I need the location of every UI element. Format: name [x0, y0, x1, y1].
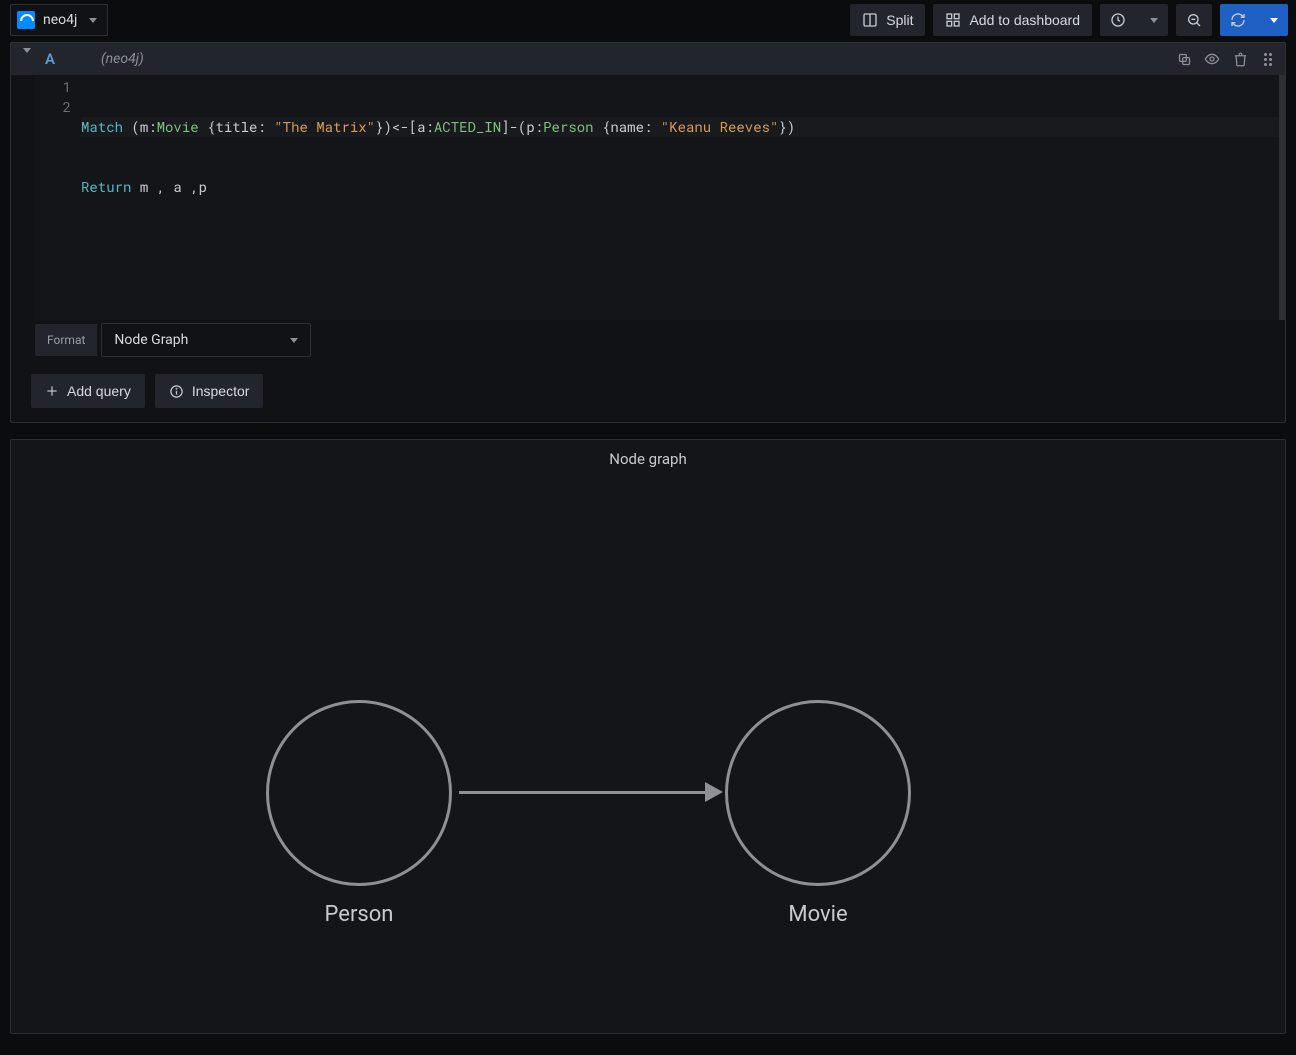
editor-gutter: 1 2 — [35, 75, 81, 320]
datasource-picker[interactable]: neo4j — [10, 4, 108, 36]
inspector-button[interactable]: Inspector — [155, 374, 264, 408]
query-header: A (neo4j) — [11, 43, 1285, 75]
add-to-dashboard-label: Add to dashboard — [969, 12, 1080, 28]
node-graph-canvas[interactable]: Person Movie — [11, 440, 1285, 1033]
chevron-down-icon — [290, 338, 298, 343]
editor-code[interactable]: Match (m:Movie {title: "The Matrix"})<-[… — [81, 75, 1279, 320]
inspector-label: Inspector — [192, 383, 250, 399]
plus-icon — [45, 384, 59, 398]
info-icon — [169, 384, 184, 399]
graph-node-person[interactable] — [266, 700, 452, 886]
chevron-down-icon — [23, 48, 31, 66]
result-panel: Node graph Person Movie — [10, 439, 1286, 1034]
graph-node-label-movie: Movie — [788, 902, 847, 927]
time-range-group — [1100, 4, 1168, 36]
query-datasource-hint: (neo4j) — [101, 51, 144, 67]
clock-icon — [1110, 12, 1126, 28]
chevron-down-icon — [1270, 18, 1278, 23]
refresh-icon — [1230, 12, 1246, 28]
graph-node-movie[interactable] — [725, 700, 911, 886]
query-header-right — [1175, 50, 1277, 68]
run-query-group — [1220, 4, 1288, 36]
add-to-dashboard-button[interactable]: Add to dashboard — [933, 4, 1092, 36]
delete-query-button[interactable] — [1231, 50, 1249, 68]
format-value: Node Graph — [114, 332, 188, 348]
graph-node-label-person: Person — [325, 902, 394, 927]
split-icon — [862, 12, 878, 28]
query-header-left: A (neo4j) — [19, 50, 1163, 68]
query-panel: A (neo4j) — [10, 42, 1286, 423]
run-query-options-button[interactable] — [1256, 4, 1288, 36]
format-label: Format — [35, 324, 97, 356]
grip-icon — [1264, 53, 1272, 66]
query-ref-id: A — [45, 50, 55, 68]
line-number: 1 — [45, 77, 71, 97]
drag-handle[interactable] — [1259, 50, 1277, 68]
code-line: Match (m:Movie {title: "The Matrix"})<-[… — [81, 117, 1279, 137]
query-actions: Add query Inspector — [11, 360, 1285, 422]
toggle-visibility-button[interactable] — [1203, 50, 1221, 68]
split-button[interactable]: Split — [850, 4, 925, 36]
add-query-label: Add query — [67, 383, 131, 399]
line-number: 2 — [45, 97, 71, 117]
chevron-down-icon — [1150, 18, 1158, 23]
arrow-right-icon — [705, 782, 723, 802]
zoom-out-button[interactable] — [1176, 4, 1212, 36]
run-query-button[interactable] — [1220, 4, 1256, 36]
copy-icon — [1177, 52, 1192, 67]
split-label: Split — [886, 12, 913, 28]
cypher-editor[interactable]: 1 2 Match (m:Movie {title: "The Matrix"}… — [35, 75, 1285, 320]
graph-edge[interactable] — [459, 791, 707, 794]
add-query-button[interactable]: Add query — [31, 374, 145, 408]
neo4j-logo-icon — [17, 11, 35, 29]
copy-query-button[interactable] — [1175, 50, 1193, 68]
explore-toolbar: neo4j Split Add to dashboard — [0, 0, 1296, 40]
time-range-expand-button[interactable] — [1136, 4, 1168, 36]
collapse-query-button[interactable] — [19, 53, 31, 66]
eye-icon — [1204, 51, 1220, 67]
chevron-down-icon — [89, 18, 97, 23]
trash-icon — [1233, 52, 1248, 67]
toolbar-left: neo4j — [10, 4, 108, 36]
format-select[interactable]: Node Graph — [101, 323, 311, 357]
code-line: Return m , a ,p — [81, 177, 1279, 197]
format-row: Format Node Graph — [11, 320, 1285, 360]
toolbar-right: Split Add to dashboard — [850, 4, 1288, 36]
zoom-out-icon — [1186, 12, 1202, 28]
dashboard-icon — [945, 12, 961, 28]
time-range-button[interactable] — [1100, 4, 1136, 36]
datasource-name: neo4j — [43, 12, 77, 28]
